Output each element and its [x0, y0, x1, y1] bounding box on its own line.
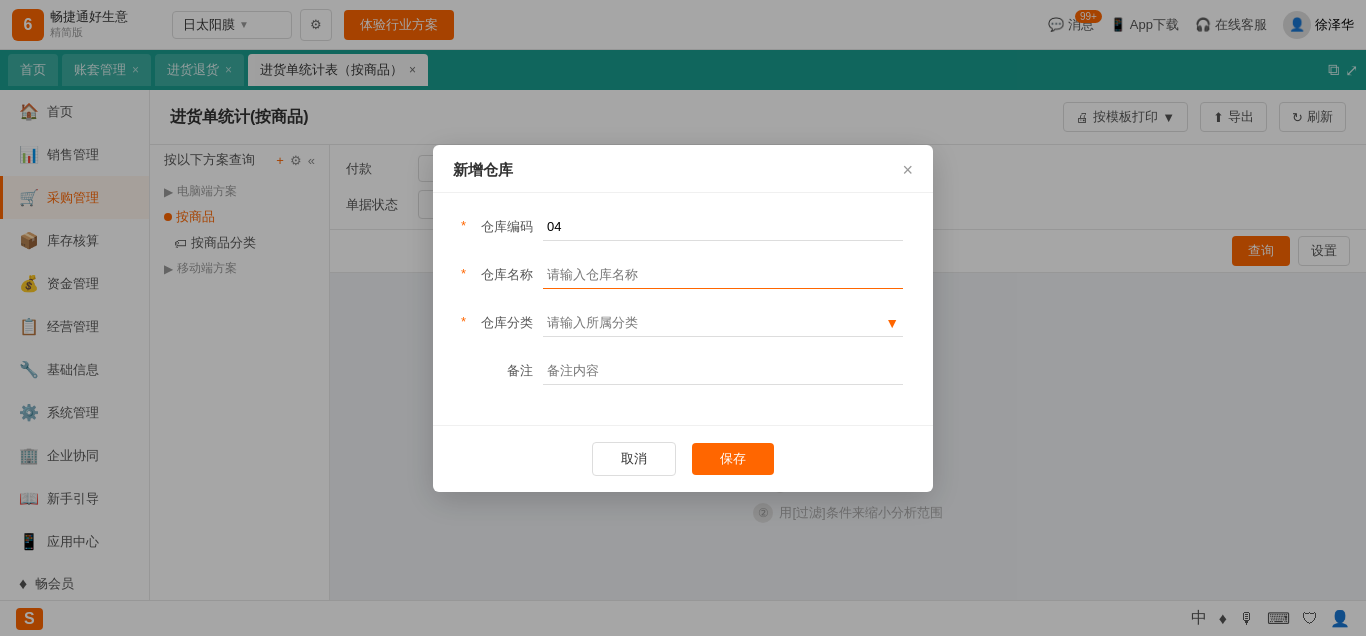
category-input[interactable]: [543, 309, 903, 337]
form-row-code: 仓库编码: [463, 213, 903, 241]
form-row-category: 仓库分类 ▼: [463, 309, 903, 337]
dialog-title: 新增仓库: [453, 161, 513, 180]
name-input[interactable]: [543, 261, 903, 289]
category-label: 仓库分类: [463, 314, 543, 332]
dialog-header: 新增仓库 ×: [433, 145, 933, 193]
code-label: 仓库编码: [463, 218, 543, 236]
dialog-body: 仓库编码 仓库名称 仓库分类 ▼ 备注: [433, 193, 933, 425]
name-label: 仓库名称: [463, 266, 543, 284]
dialog-footer: 取消 保存: [433, 425, 933, 492]
code-input[interactable]: [543, 213, 903, 241]
category-select-wrap: ▼: [543, 309, 903, 337]
new-warehouse-dialog: 新增仓库 × 仓库编码 仓库名称 仓库分类 ▼: [433, 145, 933, 492]
note-label: 备注: [463, 362, 543, 380]
cancel-button[interactable]: 取消: [592, 442, 676, 476]
category-dropdown-arrow: ▼: [885, 315, 899, 331]
note-input[interactable]: [543, 357, 903, 385]
form-row-name: 仓库名称: [463, 261, 903, 289]
save-button[interactable]: 保存: [692, 443, 774, 475]
modal-overlay: 新增仓库 × 仓库编码 仓库名称 仓库分类 ▼: [0, 0, 1366, 636]
dialog-close-button[interactable]: ×: [902, 161, 913, 179]
form-row-note: 备注: [463, 357, 903, 385]
